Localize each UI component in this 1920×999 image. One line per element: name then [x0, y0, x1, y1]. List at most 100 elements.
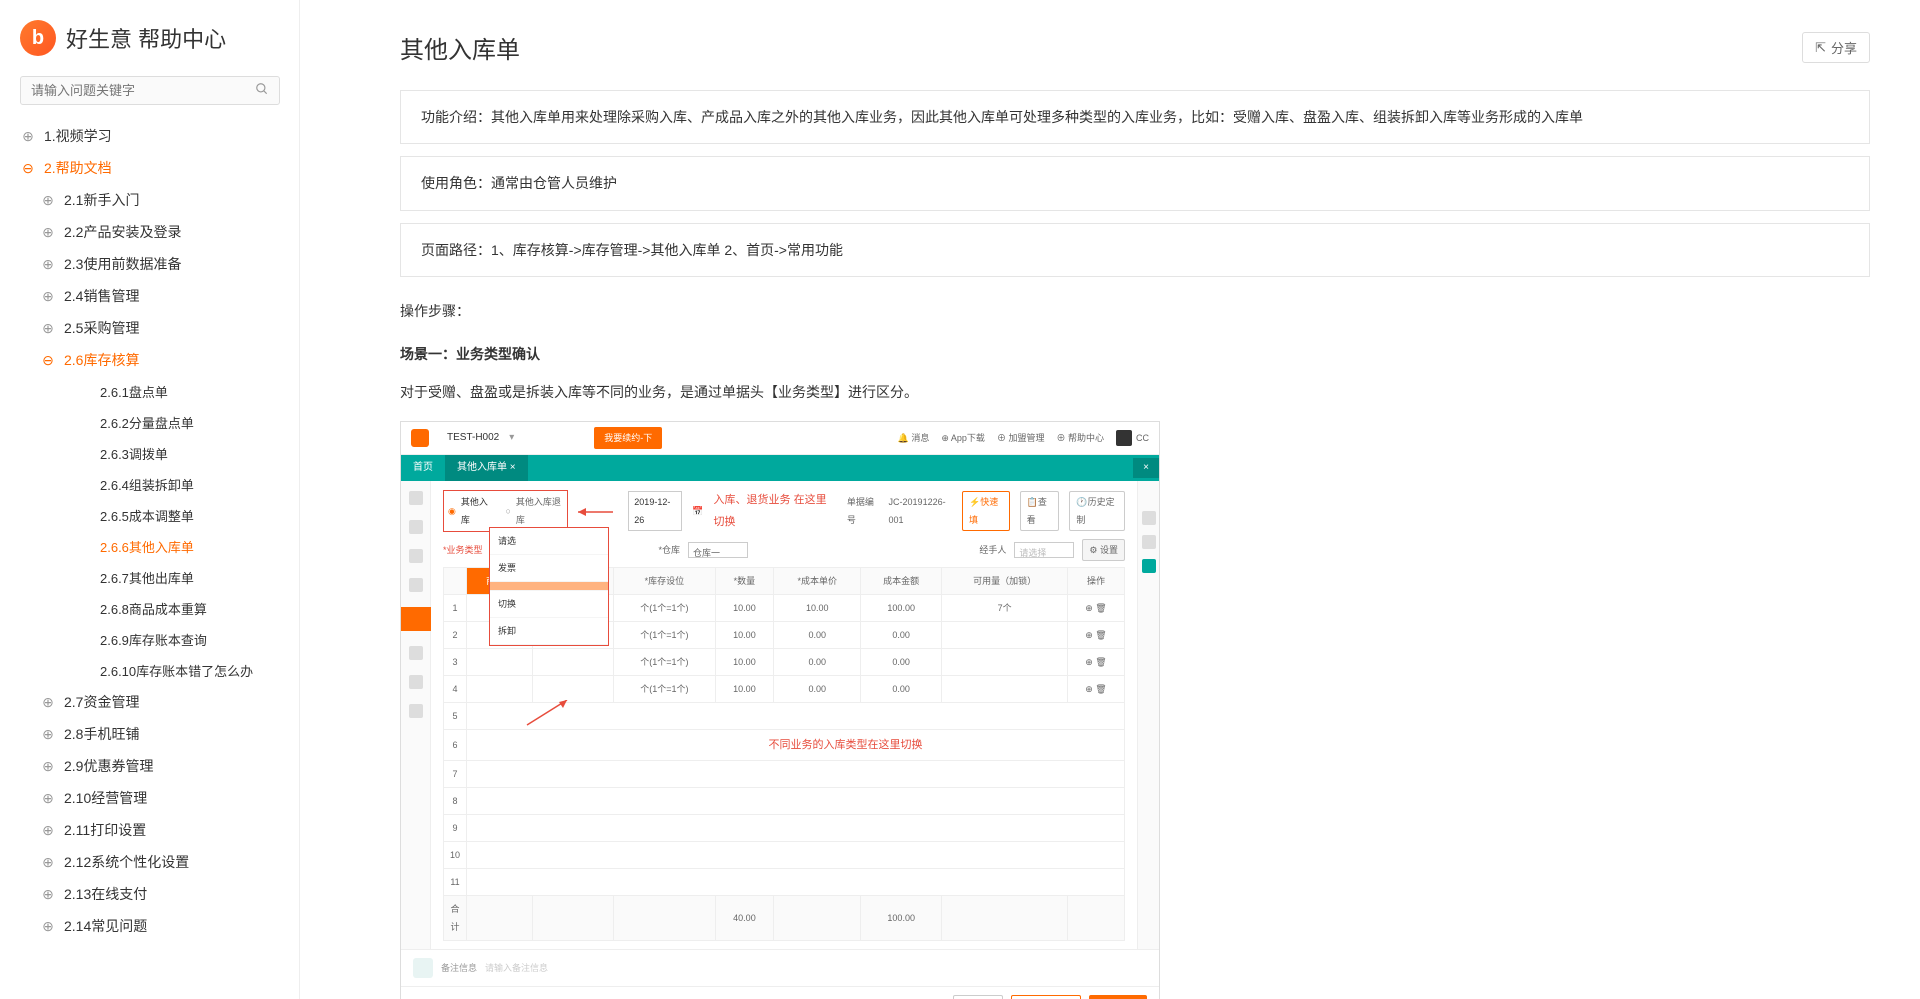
plus-icon: ⊕ — [40, 694, 56, 710]
nav-2-2[interactable]: ⊕2.2产品安装及登录 — [40, 216, 289, 248]
search-icon[interactable] — [255, 82, 269, 99]
nav-2-14[interactable]: ⊕2.14常见问题 — [40, 910, 289, 942]
ss-nav-icon — [409, 491, 423, 505]
nav-2-13[interactable]: ⊕2.13在线支付 — [40, 878, 289, 910]
site-title: 好生意 帮助中心 — [66, 22, 226, 54]
embedded-screenshot: TEST-H002 ▾ 我要续约-下 🔔 消息 ⊕ App下载 ⊕ 加盟管理 ⊕… — [400, 421, 1160, 999]
nav-2-6-8[interactable]: 2.6.8商品成本重算 — [60, 593, 289, 624]
plus-icon: ⊕ — [20, 128, 36, 144]
plus-icon: ⊕ — [40, 822, 56, 838]
main-content: 其他入库单 ⇱ 分享 功能介绍：其他入库单用来处理除采购入库、产成品入库之外的其… — [300, 0, 1920, 999]
info-label: 使用角色： — [421, 175, 491, 191]
info-label: 功能介绍： — [421, 109, 491, 125]
scene1-text: 对于受赠、盘盈或是拆装入库等不同的业务，是通过单据头【业务类型】进行区分。 — [400, 378, 1870, 406]
minus-icon: ⊖ — [20, 160, 36, 176]
nav-2-11[interactable]: ⊕2.11打印设置 — [40, 814, 289, 846]
info-box-role: 使用角色：通常由仓管人员维护 — [400, 156, 1870, 210]
nav-2-6-5[interactable]: 2.6.5成本调整单 — [60, 500, 289, 531]
logo-row: b 好生意 帮助中心 — [20, 20, 289, 56]
nav-2-3[interactable]: ⊕2.3使用前数据准备 — [40, 248, 289, 280]
ss-promo-button: 我要续约-下 — [594, 427, 662, 449]
ss-tab-home: 首页 — [401, 455, 445, 481]
plus-icon: ⊕ — [40, 886, 56, 902]
nav-2-4[interactable]: ⊕2.4销售管理 — [40, 280, 289, 312]
nav-2-6-6[interactable]: 2.6.6其他入库单 — [60, 531, 289, 562]
info-box-intro: 功能介绍：其他入库单用来处理除采购入库、产成品入库之外的其他入库业务，因此其他入… — [400, 90, 1870, 144]
ss-close-icon: × — [1133, 458, 1159, 478]
page-title: 其他入库单 — [400, 30, 520, 65]
ss-tab-active: 其他入库单 × — [445, 455, 528, 481]
ss-quick-btn: ⚡快速填 — [962, 491, 1010, 531]
ss-annotation-1: 入库、退货业务 在这里切换 — [714, 489, 837, 533]
nav-help-docs[interactable]: ⊖ 2.帮助文档 — [20, 152, 289, 184]
plus-icon: ⊕ — [40, 320, 56, 336]
nav-2-12[interactable]: ⊕2.12系统个性化设置 — [40, 846, 289, 878]
info-label: 页面路径： — [421, 242, 491, 258]
ss-tool-icon-active — [1142, 559, 1156, 573]
nav-video-learning[interactable]: ⊕ 1.视频学习 — [20, 120, 289, 152]
nav-2-9[interactable]: ⊕2.9优惠券管理 — [40, 750, 289, 782]
nav-2-7[interactable]: ⊕2.7资金管理 — [40, 686, 289, 718]
plus-icon: ⊕ — [40, 726, 56, 742]
ss-settings-btn: ⚙ 设置 — [1082, 539, 1125, 561]
nav-2-6-2[interactable]: 2.6.2分量盘点单 — [60, 407, 289, 438]
ss-remark-icon — [413, 958, 433, 978]
ss-manage-icon: ⊕ 加盟管理 — [997, 429, 1045, 447]
ss-nav-icon — [409, 646, 423, 660]
ss-view-btn: 📋查看 — [1020, 491, 1060, 531]
ss-history-btn: 🕐历史定制 — [1069, 491, 1125, 531]
nav-2-6-7[interactable]: 2.6.7其他出库单 — [60, 562, 289, 593]
steps-label: 操作步骤： — [400, 297, 1870, 325]
nav-2-6-9[interactable]: 2.6.9库存账本查询 — [60, 624, 289, 655]
sidebar: b 好生意 帮助中心 ⊕ 1.视频学习 ⊖ 2.帮助文档 ⊕2.1新手入门 ⊕2… — [0, 0, 300, 999]
nav-2-6-3[interactable]: 2.6.3调拨单 — [60, 438, 289, 469]
ss-tool-icon — [1142, 511, 1156, 525]
ss-date-field: 2019-12-26 — [628, 491, 682, 531]
nav-2-8[interactable]: ⊕2.8手机旺铺 — [40, 718, 289, 750]
minus-icon: ⊖ — [40, 352, 56, 368]
ss-tool-icon — [1142, 535, 1156, 549]
plus-icon: ⊕ — [40, 854, 56, 870]
ss-nav-icon — [409, 520, 423, 534]
ss-nav-icon — [409, 549, 423, 563]
plus-icon: ⊕ — [40, 256, 56, 272]
ss-help-icon: ⊕ 帮助中心 — [1056, 429, 1104, 447]
ss-left-sidebar — [401, 481, 431, 949]
ss-nav-icon-active — [401, 607, 431, 631]
ss-biz-type-dropdown: 请选 发票 切换 拆卸 — [489, 527, 609, 646]
info-box-path: 页面路径：1、库存核算->库存管理->其他入库单 2、首页->常用功能 — [400, 223, 1870, 277]
logo-icon: b — [20, 20, 56, 56]
plus-icon: ⊕ — [40, 790, 56, 806]
nav-2-6-4[interactable]: 2.6.4组装拆卸单 — [60, 469, 289, 500]
nav-2-6-1[interactable]: 2.6.1盘点单 — [60, 376, 289, 407]
ss-avatar-icon: CC — [1116, 429, 1149, 447]
ss-cancel-button: 放弃 — [953, 995, 1003, 999]
share-button[interactable]: ⇱ 分享 — [1802, 32, 1870, 63]
nav-2-5[interactable]: ⊕2.5采购管理 — [40, 312, 289, 344]
search-box — [20, 76, 289, 105]
nav-2-1[interactable]: ⊕2.1新手入门 — [40, 184, 289, 216]
plus-icon: ⊕ — [40, 758, 56, 774]
ss-type-selector: ◉其他入库 ○其他入库退库 — [443, 490, 568, 532]
plus-icon: ⊕ — [40, 192, 56, 208]
share-icon: ⇱ — [1815, 40, 1826, 56]
nav-2-6-10[interactable]: 2.6.10库存账本错了怎么办 — [60, 655, 289, 686]
ss-save-button: 保存 ▾ — [1089, 995, 1147, 999]
ss-right-sidebar — [1137, 481, 1159, 949]
nav-2-10[interactable]: ⊕2.10经营管理 — [40, 782, 289, 814]
ss-nav-icon — [409, 704, 423, 718]
ss-annotation-2: 不同业务的入库类型在这里切换 — [769, 739, 923, 751]
scene1-title: 场景一：业务类型确认 — [400, 340, 1870, 368]
ss-nav-icon — [409, 578, 423, 592]
nav-2-6[interactable]: ⊖2.6库存核算 — [40, 344, 289, 376]
ss-download-icon: ⊕ App下载 — [941, 429, 985, 447]
plus-icon: ⊕ — [40, 918, 56, 934]
plus-icon: ⊕ — [40, 224, 56, 240]
ss-draft-button: 保存草稿 — [1011, 995, 1081, 999]
ss-nav-icon — [409, 675, 423, 689]
plus-icon: ⊕ — [40, 288, 56, 304]
ss-radio-icon: ◉ — [448, 502, 456, 520]
ss-logo-icon — [411, 429, 429, 447]
ss-bell-icon: 🔔 消息 — [898, 429, 930, 447]
search-input[interactable] — [20, 76, 280, 105]
